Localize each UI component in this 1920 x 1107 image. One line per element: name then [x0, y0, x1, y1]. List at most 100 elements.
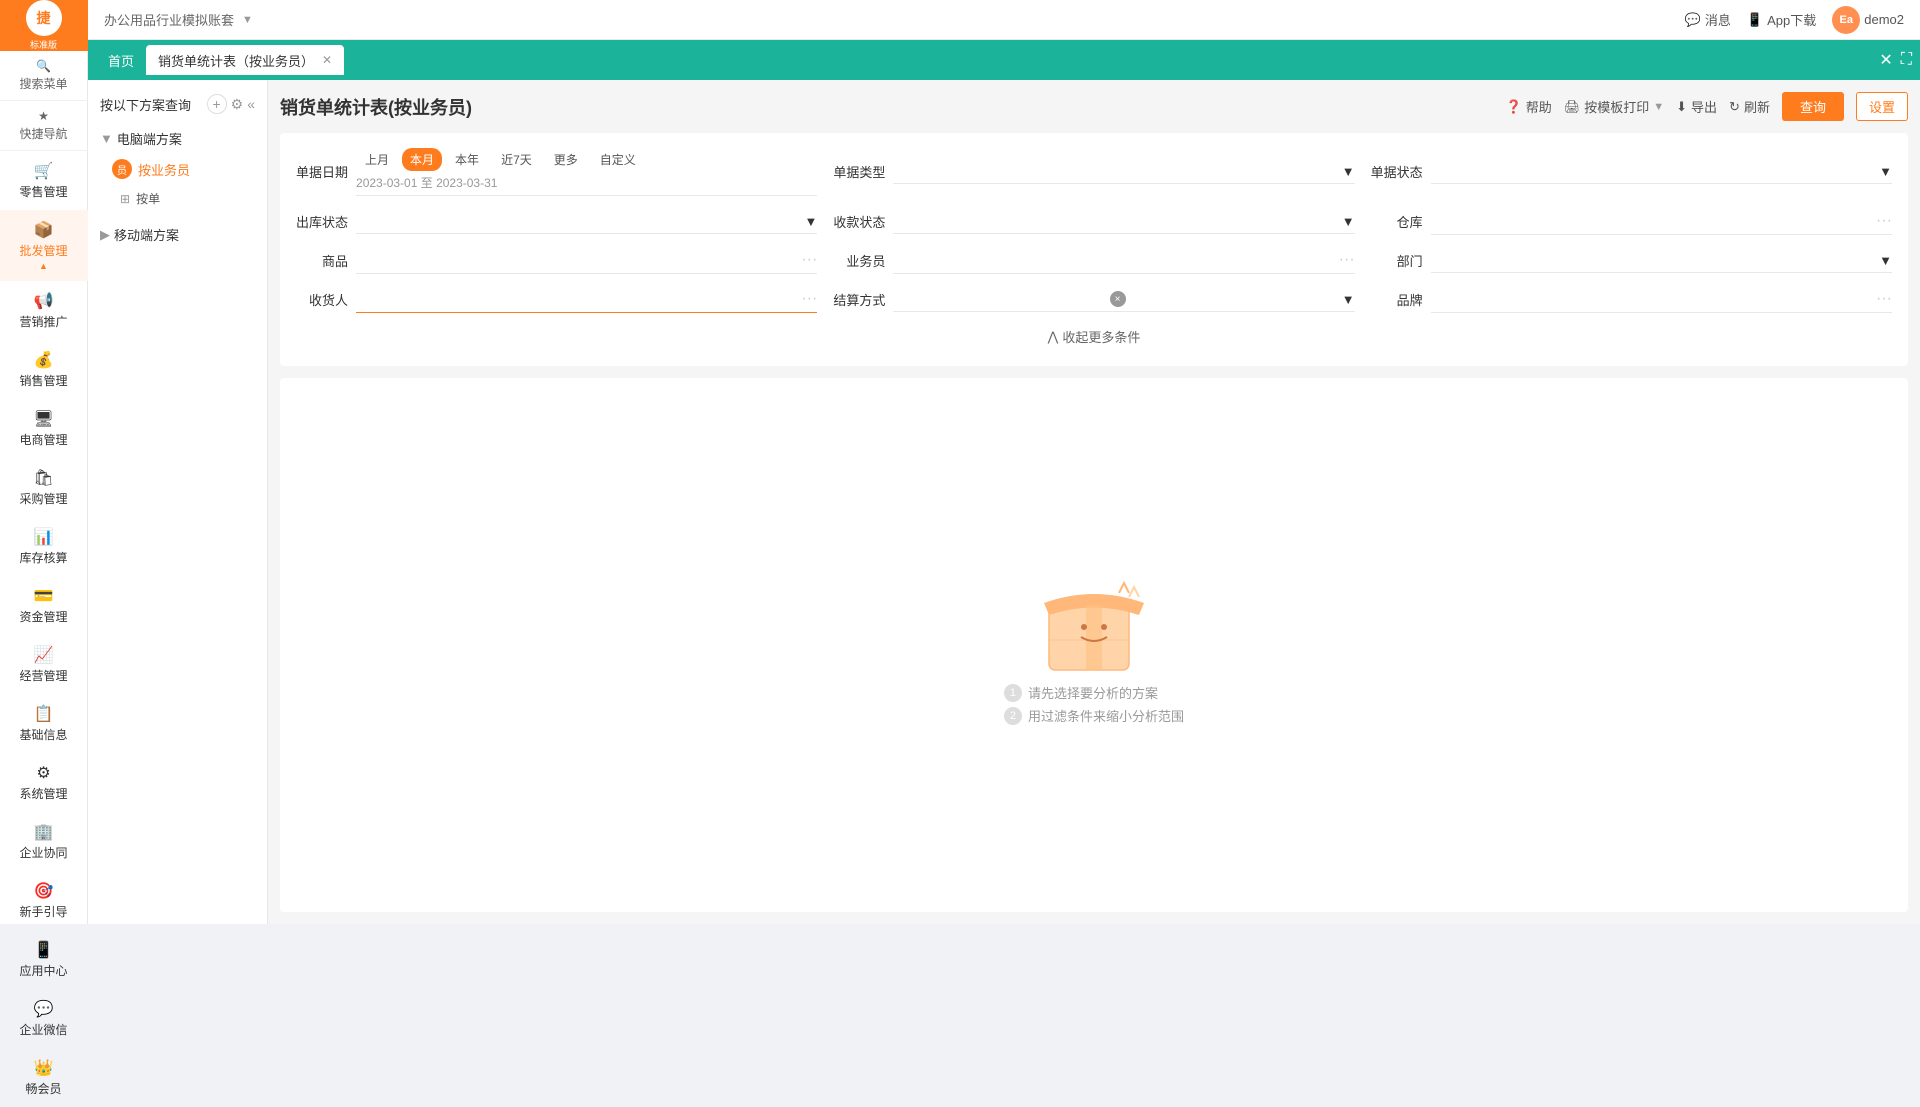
salesperson-input[interactable]: ··· — [893, 247, 1354, 274]
brand-dots[interactable]: ··· — [1876, 290, 1892, 308]
system-label: 系统管理 — [19, 785, 67, 802]
sidebar-item-retail[interactable]: 🛒 零售管理 — [0, 151, 88, 210]
date-btn-last-month[interactable]: 上月 — [356, 147, 398, 172]
app-download-btn[interactable]: 📱 App下载 — [1747, 10, 1816, 29]
filter-row-1: 单据日期 上月 本月 本年 近7天 更多 自定义 2023-03-01 至 20… — [296, 147, 1892, 196]
brand-input[interactable]: ··· — [1431, 286, 1892, 313]
receiptstatus-label: 收款状态 — [833, 212, 885, 231]
tab-minimize-icon[interactable]: ✕ — [1879, 50, 1892, 70]
sidebar-item-ecommerce[interactable]: 🖥 电商管理 — [0, 399, 88, 458]
export-btn[interactable]: ⬇ 导出 — [1676, 97, 1717, 116]
scheme-item-by-salesperson[interactable]: 员 按业务员 — [88, 153, 267, 185]
sidebar-item-system[interactable]: ⚙ 系统管理 — [0, 753, 88, 812]
scheme-sub-by-order[interactable]: ⊞ 按单 — [88, 185, 267, 212]
payment-clear-btn[interactable]: × — [1110, 291, 1126, 307]
operations-label: 经营管理 — [19, 667, 67, 684]
mobile-scheme-title[interactable]: ▶ 移动端方案 — [88, 220, 267, 249]
sidebar-item-basic[interactable]: 📋 基础信息 — [0, 694, 88, 753]
desktop-arrow-icon: ▼ — [100, 131, 113, 146]
message-btn[interactable]: 💬 消息 — [1685, 10, 1731, 29]
sidebar-item-purchase[interactable]: 🛍 采购管理 — [0, 458, 88, 517]
apps-label: 应用中心 — [19, 962, 67, 979]
sidebar-item-member[interactable]: 👑 畅会员 — [0, 1048, 88, 1107]
sidebar-item-finance[interactable]: 💳 资金管理 — [0, 576, 88, 635]
print-dropdown-arrow[interactable]: ▼ — [1653, 101, 1664, 113]
refresh-btn[interactable]: ↻ 刷新 — [1729, 97, 1770, 116]
sidebar-item-sales[interactable]: 💰 销售管理 — [0, 340, 88, 399]
add-scheme-btn[interactable]: + — [207, 94, 227, 114]
date-btn-more[interactable]: 更多 — [545, 147, 587, 172]
sidebar-item-wholesale[interactable]: 📦 批发管理 ▲ — [0, 210, 88, 281]
mobile-arrow-icon: ▶ — [100, 227, 110, 243]
edit-scheme-btn[interactable]: ⚙ — [231, 96, 244, 113]
sidebar-item-marketing[interactable]: 📢 营销推广 — [0, 281, 88, 340]
product-input[interactable]: ··· — [356, 247, 817, 274]
enterprise-icon: 🏢 — [34, 822, 54, 842]
ecommerce-label: 电商管理 — [19, 431, 67, 448]
docstatus-select[interactable]: ▼ — [1431, 160, 1892, 184]
tab-close-icon[interactable]: ✕ — [322, 53, 332, 67]
sidebar-item-newbie[interactable]: 🎯 新手引导 — [0, 871, 88, 930]
date-btn-7days[interactable]: 近7天 — [492, 147, 541, 172]
sales-label: 销售管理 — [19, 372, 67, 389]
doctype-select[interactable]: ▼ — [893, 160, 1354, 184]
help-btn[interactable]: ❓ 帮助 — [1506, 97, 1552, 116]
message-icon: 💬 — [1685, 12, 1701, 28]
settings-btn[interactable]: 设置 — [1856, 92, 1908, 121]
sidebar-item-enterprise[interactable]: 🏢 企业协同 — [0, 812, 88, 871]
date-btn-this-year[interactable]: 本年 — [446, 147, 488, 172]
tab-home[interactable]: 首页 — [96, 45, 146, 75]
date-btn-custom[interactable]: 自定义 — [591, 147, 645, 172]
tab-sales-report[interactable]: 销货单统计表（按业务员） ✕ — [146, 45, 344, 75]
filter-product-item: 商品 ··· — [296, 247, 817, 274]
purchase-label: 采购管理 — [19, 490, 67, 507]
salesperson-label: 业务员 — [833, 251, 885, 270]
date-btn-this-month[interactable]: 本月 — [402, 148, 442, 171]
search-icon: 🔍 — [36, 59, 51, 73]
payment-select[interactable]: × ▼ — [893, 287, 1354, 312]
query-label: 查询 — [1800, 97, 1826, 116]
salesperson-dots[interactable]: ··· — [1339, 251, 1355, 269]
ecommerce-icon: 🖥 — [33, 409, 53, 429]
sidebar-item-inventory[interactable]: 📊 库存核算 — [0, 517, 88, 576]
sidebar-item-operations[interactable]: 📈 经营管理 — [0, 635, 88, 694]
desktop-scheme-label: 电脑端方案 — [117, 129, 182, 148]
scheme-sub-label: 按单 — [136, 190, 160, 207]
tab-maximize-icon[interactable]: ⛶ — [1901, 51, 1912, 69]
recipient-input[interactable]: ··· — [356, 286, 817, 313]
user-name: demo2 — [1864, 12, 1904, 27]
sidebar-search[interactable]: 🔍 搜索菜单 — [0, 51, 88, 101]
department-select[interactable]: ▼ — [1431, 249, 1892, 273]
sidebar-quick-nav[interactable]: ★ 快捷导航 — [0, 101, 88, 151]
docstatus-arrow: ▼ — [1879, 164, 1892, 179]
warehouse-input[interactable]: ··· — [1431, 208, 1892, 235]
docstatus-label: 单据状态 — [1371, 162, 1423, 181]
warehouse-dots[interactable]: ··· — [1876, 212, 1892, 230]
recipient-label: 收货人 — [296, 290, 348, 309]
collapse-bar[interactable]: ⋀ 收起更多条件 — [296, 321, 1892, 352]
app-download-icon: 📱 — [1747, 12, 1763, 28]
filter-outstatus-item: 出库状态 ▼ — [296, 208, 817, 235]
hint-1-text: 请先选择要分析的方案 — [1028, 683, 1158, 702]
collapse-panel-btn[interactable]: « — [247, 96, 255, 112]
product-dots[interactable]: ··· — [801, 251, 817, 269]
filter-row-3: 商品 ··· 业务员 ··· 部门 — [296, 247, 1892, 274]
filter-card: 单据日期 上月 本月 本年 近7天 更多 自定义 2023-03-01 至 20… — [280, 133, 1908, 366]
company-dropdown-arrow[interactable]: ▼ — [242, 14, 253, 26]
user-profile[interactable]: Ea demo2 — [1832, 6, 1904, 34]
print-btn[interactable]: 🖨 按模板打印 ▼ — [1564, 97, 1664, 116]
filter-doctype-item: 单据类型 ▼ — [833, 147, 1354, 196]
desktop-scheme-title[interactable]: ▼ 电脑端方案 — [88, 124, 267, 153]
refresh-icon: ↻ — [1729, 99, 1740, 115]
sidebar-item-apps[interactable]: 📱 应用中心 — [0, 930, 88, 989]
sidebar-item-wechat[interactable]: 💬 企业微信 — [0, 989, 88, 1048]
print-icon: 🖨 — [1564, 99, 1581, 115]
main-area: 办公用品行业模拟账套 ▼ 💬 消息 📱 App下载 Ea demo2 首页 销货… — [88, 0, 1920, 924]
date-range: 2023-03-01 至 2023-03-31 — [356, 174, 817, 191]
finance-icon: 💳 — [34, 586, 54, 606]
recipient-dots[interactable]: ··· — [801, 290, 817, 308]
query-btn[interactable]: 查询 — [1782, 92, 1844, 121]
outstatus-select[interactable]: ▼ — [356, 210, 817, 234]
receiptstatus-select[interactable]: ▼ — [893, 210, 1354, 234]
company-selector[interactable]: 办公用品行业模拟账套 — [104, 10, 234, 29]
